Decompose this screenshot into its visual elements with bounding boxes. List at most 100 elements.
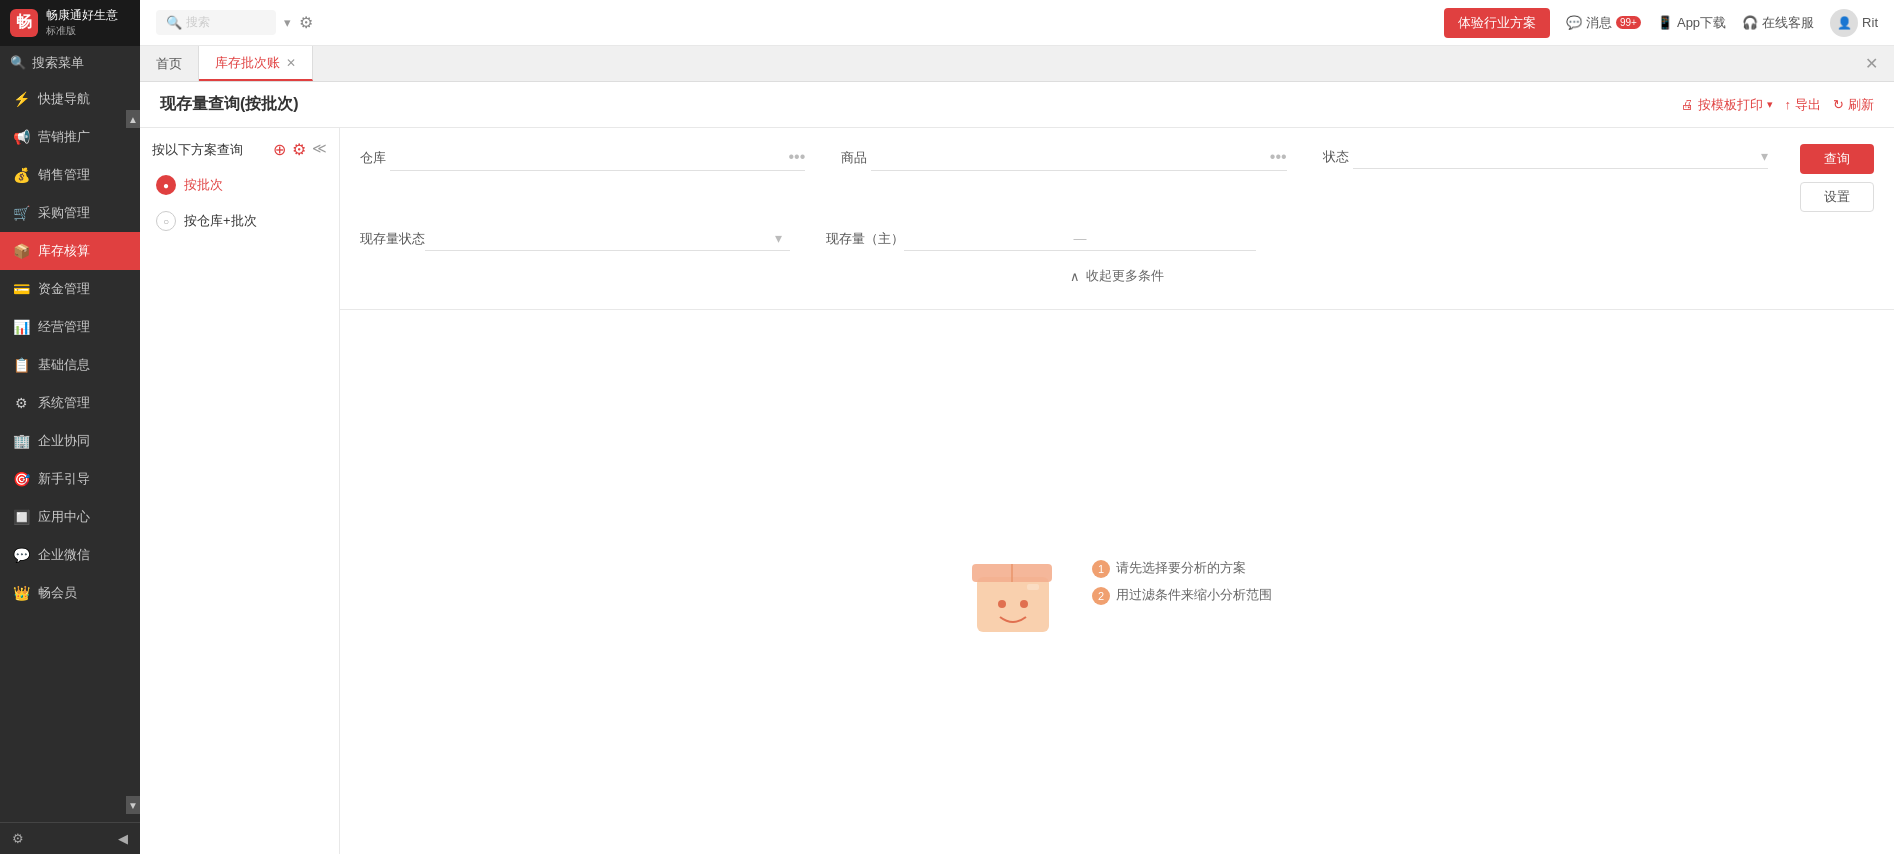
export-button[interactable]: ↑ 导出 <box>1785 96 1822 114</box>
search-menu-item[interactable]: 🔍 搜索菜单 <box>0 46 140 80</box>
page-content: 现存量查询(按批次) 🖨 按模板打印 ▾ ↑ 导出 ↻ 刷新 <box>140 82 1894 854</box>
page-header-actions: 🖨 按模板打印 ▾ ↑ 导出 ↻ 刷新 <box>1681 96 1875 114</box>
sidebar-footer: ⚙ ◀ <box>0 822 140 854</box>
empty-state: 1 请先选择要分析的方案 2 用过滤条件来缩小分析范围 <box>340 310 1894 854</box>
scroll-up-arrow[interactable]: ▲ <box>126 110 140 128</box>
settings-button[interactable]: 设置 <box>1800 182 1874 212</box>
empty-illustration <box>962 532 1062 632</box>
main-area: 🔍 搜索 ▾ ⚙ 体验行业方案 💬 消息 99+ 📱 App下载 🎧 在线客服 <box>140 0 1894 854</box>
avatar-placeholder: 👤 <box>1837 16 1852 30</box>
sidebar-item-guide[interactable]: 🎯 新手引导 <box>0 460 140 498</box>
topbar-search[interactable]: 🔍 搜索 <box>156 10 276 35</box>
finance-icon: 💳 <box>12 280 30 298</box>
wechat-icon: 💬 <box>12 546 30 564</box>
stock-status-dropdown-icon[interactable]: ▾ <box>775 230 782 246</box>
manage-plan-icon[interactable]: ⚙ <box>292 140 306 159</box>
sidebar-item-quick-nav[interactable]: ⚡ 快捷导航 <box>0 80 140 118</box>
user-menu[interactable]: 👤 Rit <box>1830 9 1878 37</box>
search-icon: 🔍 <box>10 55 26 70</box>
warehouse-input-box[interactable]: ••• <box>390 144 805 171</box>
sidebar-item-wechat[interactable]: 💬 企业微信 <box>0 536 140 574</box>
app-edition: 标准版 <box>46 24 118 38</box>
panel-header: 按以下方案查询 ⊕ ⚙ ≪ <box>140 140 339 167</box>
messages-badge: 99+ <box>1616 16 1641 29</box>
product-filter: 商品 ••• <box>841 144 1286 171</box>
query-button[interactable]: 查询 <box>1800 144 1874 174</box>
tip-num-2: 2 <box>1092 587 1110 605</box>
svg-point-3 <box>998 600 1006 608</box>
sidebar-item-finance[interactable]: 💳 资金管理 <box>0 270 140 308</box>
warehouse-filter: 仓库 ••• <box>360 144 805 171</box>
add-plan-icon[interactable]: ⊕ <box>273 140 286 159</box>
tab-inventory-batch[interactable]: 库存批次账 ✕ <box>199 46 313 81</box>
messages-button[interactable]: 💬 消息 99+ <box>1566 14 1641 32</box>
stock-status-filter: 现存量状态 ▾ <box>360 226 790 251</box>
member-icon: 👑 <box>12 584 30 602</box>
collapse-sidebar-icon[interactable]: ◀ <box>118 831 128 846</box>
product-input-box[interactable]: ••• <box>871 144 1286 171</box>
refresh-button[interactable]: ↻ 刷新 <box>1833 96 1874 114</box>
headset-icon: 🎧 <box>1742 15 1758 30</box>
export-icon: ↑ <box>1785 97 1792 112</box>
printer-icon: 🖨 <box>1681 97 1694 112</box>
sidebar-item-operations[interactable]: 📊 经营管理 <box>0 308 140 346</box>
print-template-button[interactable]: 🖨 按模板打印 ▾ <box>1681 96 1773 114</box>
app-download-button[interactable]: 📱 App下载 <box>1657 14 1726 32</box>
app-name: 畅康通好生意 <box>46 8 118 24</box>
sidebar-item-member[interactable]: 👑 畅会员 <box>0 574 140 612</box>
app-center-icon: 🔲 <box>12 508 30 526</box>
warehouse-label: 仓库 <box>360 149 390 167</box>
sidebar-item-basic-info[interactable]: 📋 基础信息 <box>0 346 140 384</box>
tip-num-1: 1 <box>1092 560 1110 578</box>
product-label: 商品 <box>841 149 871 167</box>
sidebar-item-app-center[interactable]: 🔲 应用中心 <box>0 498 140 536</box>
tab-home[interactable]: 首页 <box>140 46 199 81</box>
trial-button[interactable]: 体验行业方案 <box>1444 8 1550 38</box>
plan-item-batch[interactable]: ● 按批次 <box>140 167 339 203</box>
sidebar-item-purchase[interactable]: 🛒 采购管理 <box>0 194 140 232</box>
plan-active-icon: ● <box>156 175 176 195</box>
plan-inactive-icon: ○ <box>156 211 176 231</box>
system-icon: ⚙ <box>12 394 30 412</box>
status-dropdown-icon[interactable]: ▾ <box>1761 148 1768 164</box>
scroll-down-arrow[interactable]: ▼ <box>126 796 140 814</box>
tab-inventory-batch-close[interactable]: ✕ <box>286 56 296 70</box>
stock-qty-dash: — <box>1074 231 1087 246</box>
tabbar: 首页 库存批次账 ✕ ✕ <box>140 46 1894 82</box>
sidebar-item-inventory[interactable]: 📦 库存核算 <box>0 232 140 270</box>
settings-icon[interactable]: ⚙ <box>12 831 24 846</box>
topbar-left: 🔍 搜索 ▾ ⚙ <box>156 10 1432 35</box>
sidebar-item-sales[interactable]: 💰 销售管理 <box>0 156 140 194</box>
status-input-box[interactable]: ▾ <box>1353 144 1768 169</box>
empty-tip-2: 2 用过滤条件来缩小分析范围 <box>1092 586 1272 605</box>
sidebar-item-system[interactable]: ⚙ 系统管理 <box>0 384 140 422</box>
product-dots-icon[interactable]: ••• <box>1270 148 1287 166</box>
sidebar: 畅 畅康通好生意 标准版 🔍 搜索菜单 ⚡ 快捷导航 📢 营销推广 💰 销售管理… <box>0 0 140 854</box>
quick-nav-icon: ⚡ <box>12 90 30 108</box>
collapse-panel-icon[interactable]: ≪ <box>312 140 327 159</box>
topbar-settings-icon[interactable]: ⚙ <box>299 13 313 32</box>
sidebar-nav: ⚡ 快捷导航 📢 营销推广 💰 销售管理 🛒 采购管理 📦 库存核算 💳 资金管… <box>0 80 140 822</box>
sidebar-item-enterprise[interactable]: 🏢 企业协同 <box>0 422 140 460</box>
stock-qty-label: 现存量（主） <box>826 230 904 248</box>
operations-icon: 📊 <box>12 318 30 336</box>
online-service-button[interactable]: 🎧 在线客服 <box>1742 14 1814 32</box>
topbar: 🔍 搜索 ▾ ⚙ 体验行业方案 💬 消息 99+ 📱 App下载 🎧 在线客服 <box>140 0 1894 46</box>
tab-home-label: 首页 <box>156 55 182 73</box>
tab-panel-close-button[interactable]: ✕ <box>1849 54 1894 73</box>
purchase-icon: 🛒 <box>12 204 30 222</box>
sidebar-header: 畅 畅康通好生意 标准版 <box>0 0 140 46</box>
warehouse-dots-icon[interactable]: ••• <box>789 148 806 166</box>
stock-qty-input-box[interactable]: — <box>904 227 1256 251</box>
topbar-dropdown-icon[interactable]: ▾ <box>284 15 291 30</box>
collapse-more-button[interactable]: ∧ 收起更多条件 <box>360 259 1874 293</box>
print-dropdown-icon[interactable]: ▾ <box>1767 98 1773 111</box>
sidebar-item-marketing[interactable]: 📢 营销推广 <box>0 118 140 156</box>
collapse-up-icon: ∧ <box>1070 269 1080 284</box>
panel-title: 按以下方案查询 <box>152 141 243 159</box>
plan-warehouse-batch-label: 按仓库+批次 <box>184 212 257 230</box>
stock-status-input-box[interactable]: ▾ <box>425 226 790 251</box>
plan-item-warehouse-batch[interactable]: ○ 按仓库+批次 <box>140 203 339 239</box>
status-label: 状态 <box>1323 148 1353 166</box>
phone-icon: 📱 <box>1657 15 1673 30</box>
